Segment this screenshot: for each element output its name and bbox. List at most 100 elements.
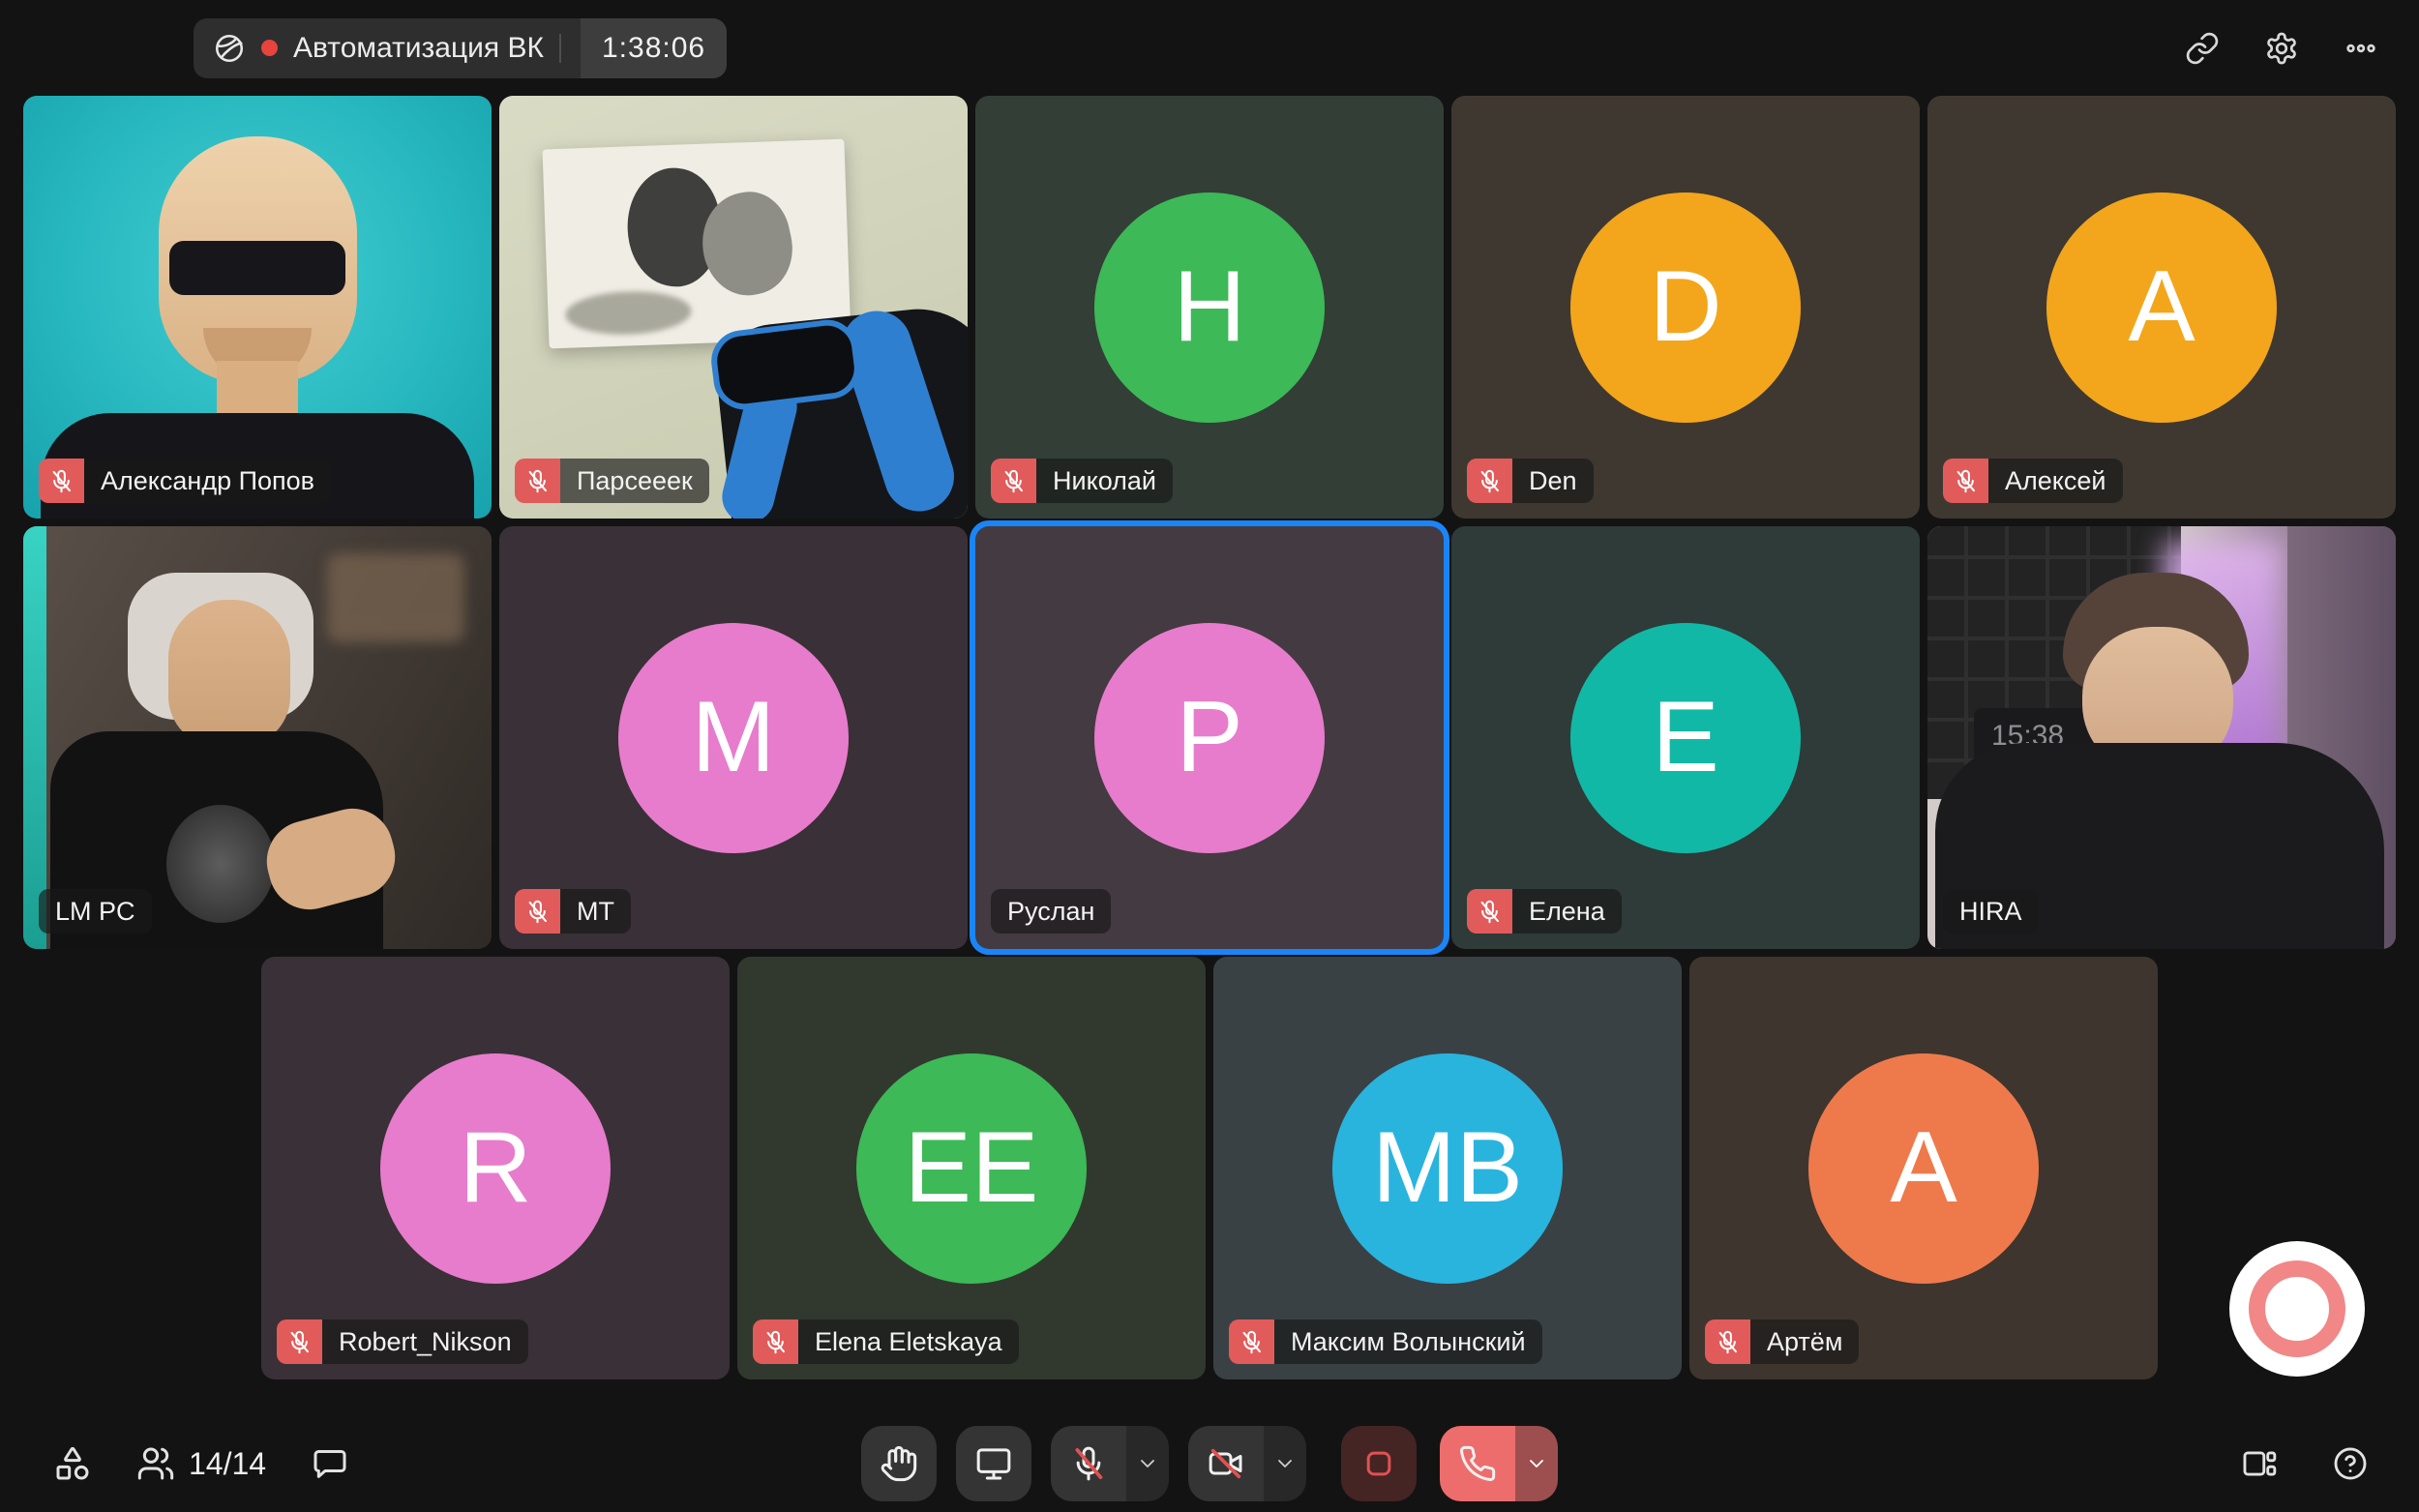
mic-muted-icon (277, 1319, 322, 1364)
tile-nikolay[interactable]: Н Николай (975, 96, 1444, 519)
meeting-title: Автоматизация ВК (293, 31, 544, 64)
avatar: Е (1570, 622, 1801, 853)
more-icon[interactable] (2344, 31, 2378, 66)
avatar: А (1808, 1052, 2039, 1284)
mic-toggle-button[interactable] (1051, 1426, 1126, 1501)
participant-name: Николай (1036, 459, 1173, 503)
avatar: D (1570, 192, 1801, 423)
bottom-bar-right (2241, 1415, 2369, 1512)
tile-parseeek[interactable]: Парсееек (499, 96, 968, 519)
mic-muted-icon (515, 889, 560, 934)
meeting-timer: 1:38:06 (580, 17, 728, 78)
participant-name: Александр Попов (84, 459, 331, 503)
nameplate: Елена (1467, 889, 1622, 934)
grid-row-2: LM PC M MT Р Руслан Е Елена 15:38 HIRA (21, 526, 2398, 949)
layout-button[interactable] (2241, 1445, 2278, 1482)
screen-share-button[interactable] (956, 1426, 1031, 1501)
bottom-bar-left: 14/14 (53, 1415, 349, 1512)
participant-grid: Александр Попов Парсееек Н Николай D Den… (21, 96, 2398, 1379)
tile-elena-eletskaya[interactable]: EE Elena Eletskaya (737, 957, 1206, 1379)
avatar: R (380, 1052, 611, 1284)
avatar: EE (856, 1052, 1087, 1284)
participant-name: Алексей (1988, 459, 2123, 503)
participant-name: HIRA (1943, 889, 2039, 934)
end-call-button[interactable] (1440, 1426, 1515, 1501)
avatar: МВ (1332, 1052, 1563, 1284)
tile-ruslan[interactable]: Р Руслан (975, 526, 1444, 949)
settings-icon[interactable] (2264, 31, 2299, 66)
nameplate: Александр Попов (39, 459, 331, 503)
top-bar: Автоматизация ВК 1:38:06 (0, 0, 2419, 96)
tile-den[interactable]: D Den (1451, 96, 1920, 519)
bottom-bar: 14/14 (0, 1415, 2419, 1512)
stop-recording-button[interactable] (1341, 1426, 1417, 1501)
tile-maksim-volynskiy[interactable]: МВ Максим Волынский (1213, 957, 1682, 1379)
mic-muted-icon (1467, 459, 1512, 503)
mic-options-button[interactable] (1126, 1426, 1169, 1501)
nameplate: Максим Волынский (1229, 1319, 1542, 1364)
nameplate: Николай (991, 459, 1173, 503)
chevron-down-icon (1136, 1452, 1159, 1475)
camera-options-button[interactable] (1264, 1426, 1306, 1501)
tile-mt[interactable]: M MT (499, 526, 968, 949)
avatar: Р (1094, 622, 1325, 853)
mic-muted-icon (1229, 1319, 1274, 1364)
nameplate: Robert_Nikson (277, 1319, 528, 1364)
help-icon (2334, 1447, 2367, 1480)
grid-row-3: R Robert_Nikson EE Elena Eletskaya МВ Ма… (21, 957, 2398, 1379)
help-button[interactable] (2332, 1445, 2369, 1482)
participant-name: Парсееек (560, 459, 709, 503)
participants-button[interactable]: 14/14 (136, 1444, 266, 1483)
meeting-info-main: Автоматизация ВК (194, 32, 581, 65)
nameplate: Den (1467, 459, 1594, 503)
avatar: А (2046, 192, 2277, 423)
shapes-button[interactable] (53, 1444, 92, 1483)
recording-ring-icon (2249, 1260, 2345, 1357)
tile-robert-nikson[interactable]: R Robert_Nikson (261, 957, 730, 1379)
nameplate: MT (515, 889, 631, 934)
mic-off-icon (1075, 1444, 1103, 1483)
planet-icon (215, 34, 244, 62)
participants-count: 14/14 (189, 1445, 267, 1481)
chat-button[interactable] (311, 1444, 349, 1483)
avatar-initials: EE (904, 1112, 1039, 1224)
participants-icon (137, 1447, 174, 1480)
tile-lm-pc[interactable]: LM PC (23, 526, 492, 949)
camera-toggle-button[interactable] (1188, 1426, 1264, 1501)
chevron-down-icon (1525, 1452, 1548, 1475)
end-call-icon (1460, 1445, 1496, 1482)
end-call-split-button (1440, 1426, 1558, 1501)
avatar-initials: А (2128, 251, 2195, 363)
top-bar-actions (2185, 31, 2378, 66)
copy-link-icon[interactable] (2185, 31, 2220, 66)
nameplate: HIRA (1943, 889, 2039, 934)
avatar-initials: Р (1176, 681, 1243, 793)
meeting-info-pill[interactable]: Автоматизация ВК 1:38:06 (194, 17, 728, 78)
tile-artyom[interactable]: А Артём (1689, 957, 2158, 1379)
avatar-initials: А (1890, 1112, 1957, 1224)
raise-hand-button[interactable] (861, 1426, 937, 1501)
recording-indicator-button[interactable] (2229, 1241, 2365, 1377)
nameplate: Парсееек (515, 459, 709, 503)
camera-split-button (1188, 1426, 1306, 1501)
nameplate: LM PC (39, 889, 152, 934)
mic-muted-icon (39, 459, 84, 503)
nameplate: Алексей (1943, 459, 2123, 503)
tile-elena[interactable]: Е Елена (1451, 526, 1920, 949)
nameplate: Артём (1705, 1319, 1860, 1364)
end-call-options-button[interactable] (1515, 1426, 1558, 1501)
tile-aleksandr-popov[interactable]: Александр Попов (23, 96, 492, 519)
recording-dot-icon (261, 40, 278, 56)
mic-muted-icon (753, 1319, 798, 1364)
avatar-initials: Н (1173, 251, 1246, 363)
tile-hira[interactable]: 15:38 HIRA (1927, 526, 2396, 949)
camera-off-icon (1209, 1448, 1242, 1479)
mic-muted-icon (1943, 459, 1988, 503)
avatar-initials: D (1649, 251, 1722, 363)
avatar-initials: M (691, 681, 776, 793)
tile-aleksey[interactable]: А Алексей (1927, 96, 2396, 519)
avatar-initials: МВ (1372, 1112, 1523, 1224)
avatar: Н (1094, 192, 1325, 423)
mic-muted-icon (1467, 889, 1512, 934)
nameplate: Руслан (991, 889, 1112, 934)
